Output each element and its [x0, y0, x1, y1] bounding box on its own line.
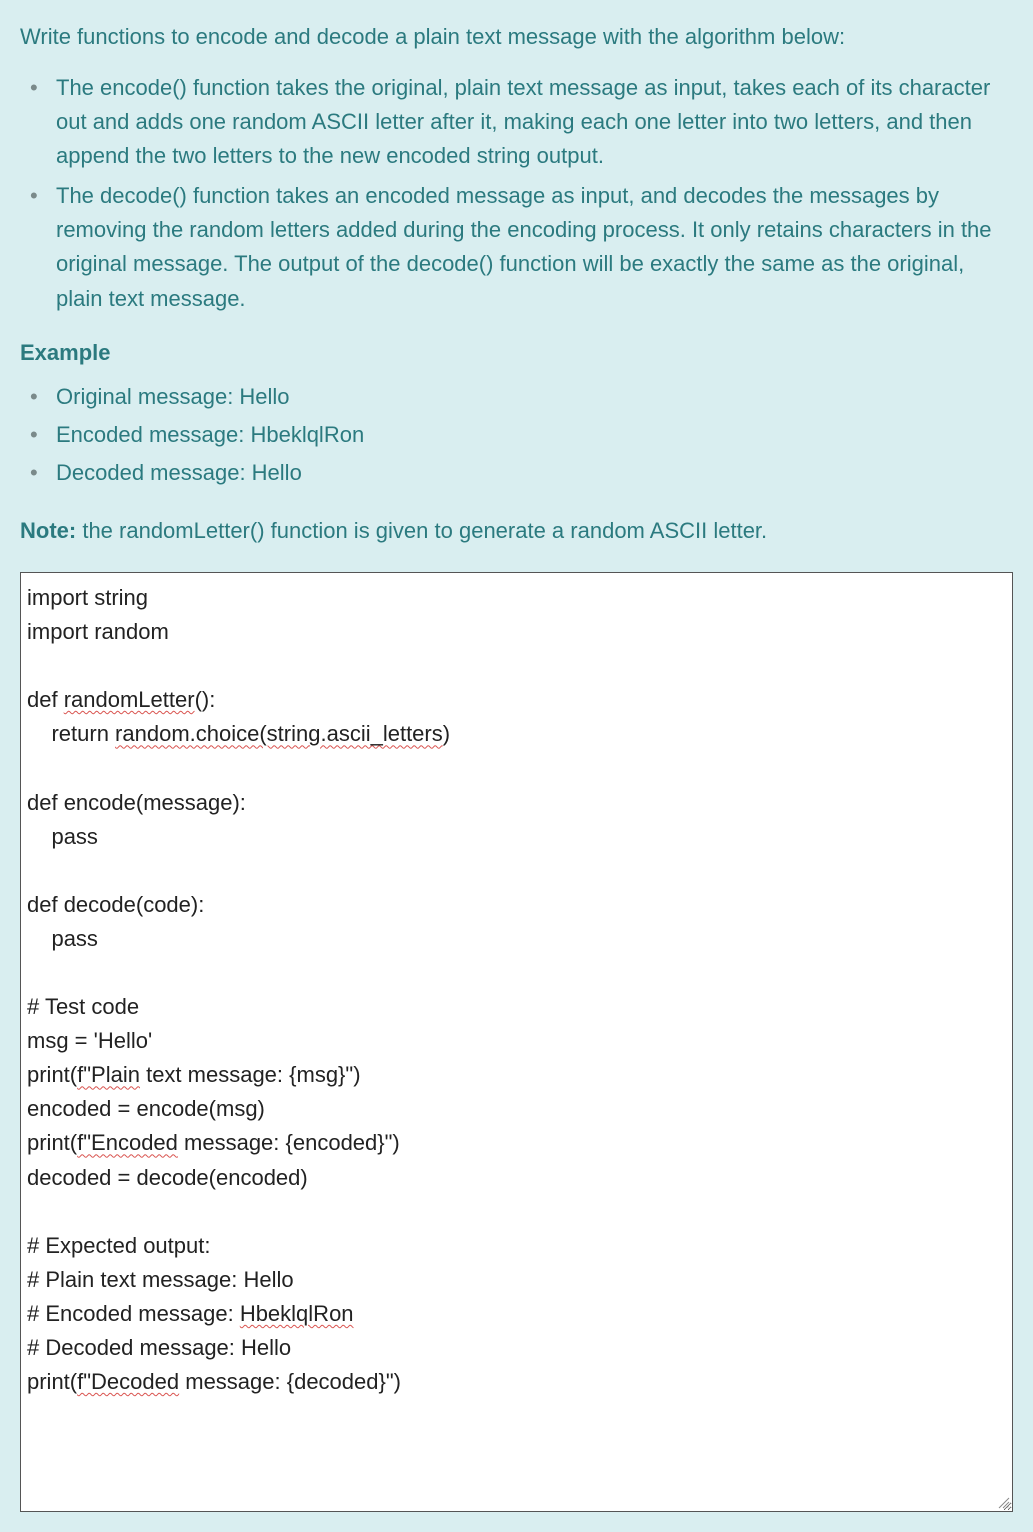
spellcheck-underline: f"Plain — [77, 1062, 140, 1087]
spellcheck-underline: random.choice(string.ascii_letters — [115, 721, 443, 746]
code-line: encoded = encode(msg) — [27, 1096, 265, 1121]
code-line: (): — [195, 687, 216, 712]
code-line: text message: {msg}") — [140, 1062, 361, 1087]
note-text: the randomLetter() function is given to … — [76, 518, 767, 543]
code-line: # Expected output: — [27, 1233, 210, 1258]
problem-intro: Write functions to encode and decode a p… — [20, 20, 1013, 53]
code-line: message: {encoded}") — [178, 1130, 400, 1155]
code-line: msg = 'Hello' — [27, 1028, 152, 1053]
code-line: import random — [27, 619, 169, 644]
spellcheck-underline: randomLetter — [64, 687, 195, 712]
code-line: # Test code — [27, 994, 139, 1019]
spellcheck-underline: f"Encoded — [77, 1130, 178, 1155]
code-line: def decode(code): — [27, 892, 204, 917]
example-heading: Example — [20, 340, 1013, 366]
code-line: message: {decoded}") — [179, 1369, 401, 1394]
code-line: ) — [443, 721, 450, 746]
note-label: Note: — [20, 518, 76, 543]
requirement-decode: The decode() function takes an encoded m… — [48, 179, 1013, 315]
code-line: import string — [27, 585, 148, 610]
code-editor[interactable]: import string import random def randomLe… — [20, 572, 1013, 1512]
example-encoded: Encoded message: HbeklqlRon — [48, 418, 1013, 452]
code-line: def encode(message): — [27, 790, 246, 815]
resize-handle-icon[interactable] — [996, 1495, 1010, 1509]
code-line: return — [27, 721, 115, 746]
code-line: print( — [27, 1130, 77, 1155]
code-line: pass — [27, 824, 98, 849]
code-line: pass — [27, 926, 98, 951]
spellcheck-underline: HbeklqlRon — [240, 1301, 354, 1326]
example-decoded: Decoded message: Hello — [48, 456, 1013, 490]
code-line: decoded = decode(encoded) — [27, 1165, 308, 1190]
note-line: Note: the randomLetter() function is giv… — [20, 518, 1013, 544]
code-line: print( — [27, 1369, 77, 1394]
code-line: # Decoded message: Hello — [27, 1335, 291, 1360]
requirement-encode: The encode() function takes the original… — [48, 71, 1013, 173]
spellcheck-underline: f"Decoded — [77, 1369, 179, 1394]
example-list: Original message: Hello Encoded message:… — [20, 380, 1013, 490]
code-line: print( — [27, 1062, 77, 1087]
code-line: # Encoded message: — [27, 1301, 240, 1326]
code-line: # Plain text message: Hello — [27, 1267, 294, 1292]
problem-requirements-list: The encode() function takes the original… — [20, 71, 1013, 316]
example-original: Original message: Hello — [48, 380, 1013, 414]
code-line: def — [27, 687, 64, 712]
